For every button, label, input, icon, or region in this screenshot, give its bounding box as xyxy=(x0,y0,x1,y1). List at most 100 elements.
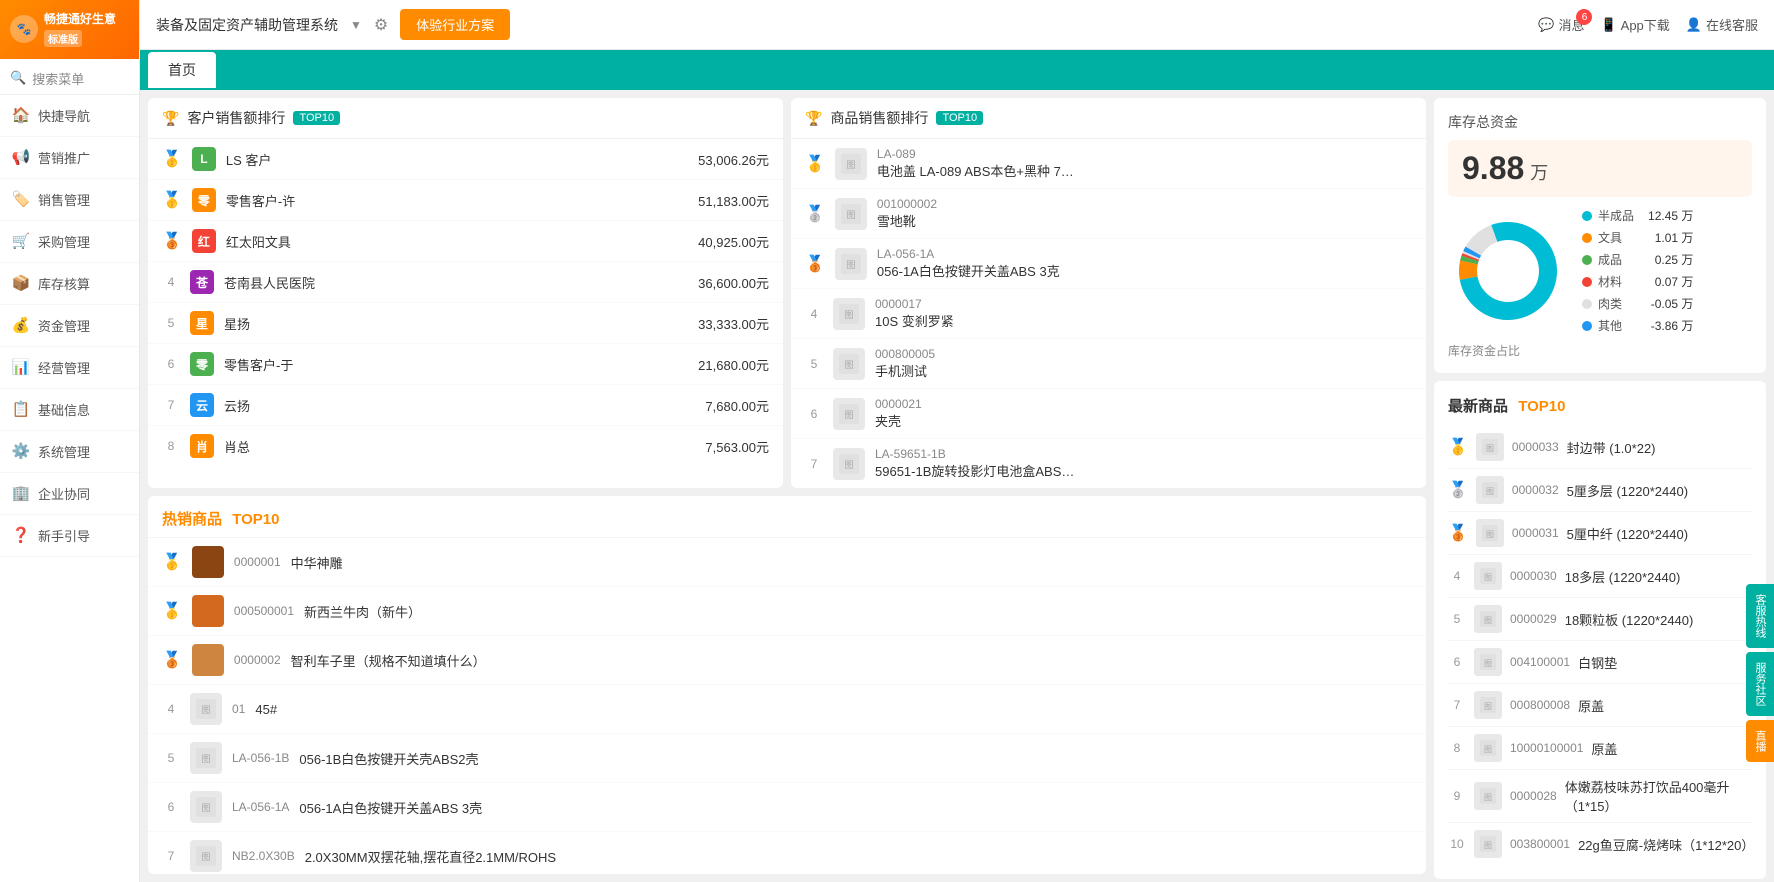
sidebar-item-guide[interactable]: ❓ 新手引导 xyxy=(0,515,139,557)
donut-chart xyxy=(1448,211,1568,331)
hot-product-img: 图 xyxy=(190,693,222,725)
hot-product-name: 新西兰牛肉（新牛） xyxy=(304,602,421,621)
svg-text:图: 图 xyxy=(1484,702,1492,711)
np-img: 图 xyxy=(1474,830,1502,858)
sidebar-item-base-info[interactable]: 📋 基础信息 xyxy=(0,389,139,431)
client-ranking-badge: TOP10 xyxy=(293,111,340,125)
inventory-label: 库存核算 xyxy=(38,274,90,293)
sidebar-item-sales[interactable]: 🏷️ 销售管理 xyxy=(0,179,139,221)
sidebar-item-marketing[interactable]: 📢 营销推广 xyxy=(0,137,139,179)
new-products-header: 最新商品 TOP10 xyxy=(1448,395,1752,416)
hot-product-item: 4 图 01 45# xyxy=(148,685,1426,734)
product-info: 001000002 雪地靴 xyxy=(877,197,1412,230)
hot-product-code: 01 xyxy=(232,702,245,716)
client-avatar: L xyxy=(192,147,216,171)
legend-label: 肉类 xyxy=(1598,295,1637,312)
legend-label: 半成品 xyxy=(1598,207,1634,224)
product-rank-item: 6 图 0000021 夹壳 xyxy=(791,389,1426,439)
svg-text:图: 图 xyxy=(1486,444,1494,453)
new-product-list: 🥇 图 0000033 封边带 (1.0*22) 🥈 图 0000032 5厘多… xyxy=(1448,426,1752,865)
hot-products-header: 热销商品 TOP10 xyxy=(148,496,1426,538)
np-img: 图 xyxy=(1474,648,1502,676)
np-code: 0000032 xyxy=(1512,483,1559,497)
product-code: LA-056-1A xyxy=(877,247,1412,261)
product-rank-item: 4 图 0000017 10S 变刹罗紧 xyxy=(791,289,1426,339)
np-img: 图 xyxy=(1474,691,1502,719)
product-ranking-header: 🏆 商品销售额排行 TOP10 xyxy=(791,98,1426,139)
quick-nav-label: 快捷导航 xyxy=(38,106,90,125)
sales-icon: 🏷️ xyxy=(12,190,30,208)
product-img: 图 xyxy=(833,298,865,330)
hot-product-img xyxy=(192,595,224,627)
np-img: 图 xyxy=(1474,562,1502,590)
hot-product-item: 🥇 000500001 新西兰牛肉（新牛） xyxy=(148,587,1426,636)
new-product-item: 🥇 图 0000033 封边带 (1.0*22) xyxy=(1448,426,1752,469)
np-code: 003800001 xyxy=(1510,837,1570,851)
sidebar-item-purchase[interactable]: 🛒 采购管理 xyxy=(0,221,139,263)
sidebar-item-quick-nav[interactable]: 🏠 快捷导航 xyxy=(0,95,139,137)
float-live-btn[interactable]: 直播 xyxy=(1746,720,1774,762)
client-ranking-header: 🏆 客户销售额排行 TOP10 xyxy=(148,98,783,139)
client-name: 苍南县人民医院 xyxy=(224,273,688,292)
sidebar-item-enterprise[interactable]: 🏢 企业协同 xyxy=(0,473,139,515)
np-img: 图 xyxy=(1476,476,1504,504)
finance-icon: 💰 xyxy=(12,316,30,334)
svg-text:图: 图 xyxy=(201,754,210,764)
sidebar: 🐾 畅捷通好生意 标准版 🔍 搜索菜单 🏠 快捷导航 📢 营销推广 🏷️ 销售管… xyxy=(0,0,140,882)
online-service-button[interactable]: 👤 在线客服 xyxy=(1686,15,1758,34)
svg-text:图: 图 xyxy=(1484,659,1492,668)
np-name: 原盖 xyxy=(1591,739,1752,758)
float-service-btn[interactable]: 客服热线 xyxy=(1746,584,1774,648)
search-menu-item[interactable]: 🔍 搜索菜单 xyxy=(0,59,139,95)
marketing-icon: 📢 xyxy=(12,148,30,166)
client-name: 红太阳文具 xyxy=(226,232,688,251)
inventory-amount: 9.88 xyxy=(1462,150,1524,187)
service-icon: 👤 xyxy=(1686,17,1702,33)
client-amount: 40,925.00元 xyxy=(698,232,769,251)
new-product-item: 8 图 10000100001 原盖 xyxy=(1448,727,1752,770)
dropdown-icon[interactable]: ▼ xyxy=(350,18,362,32)
sidebar-item-finance[interactable]: 💰 资金管理 xyxy=(0,305,139,347)
new-product-item: 6 图 004100001 白钢垫 xyxy=(1448,641,1752,684)
svg-text:图: 图 xyxy=(1484,745,1492,754)
inventory-card: 库存总资金 9.88 万 xyxy=(1434,98,1766,373)
product-img: 图 xyxy=(835,248,867,280)
product-name: 电池盖 LA-089 ABS本色+黑种 7.1克 xyxy=(877,161,1077,180)
svg-text:图: 图 xyxy=(1484,616,1492,625)
topbar-right: 💬 消息 6 📱 App下载 👤 在线客服 xyxy=(1538,15,1758,34)
legend-item: 肉类 -0.05 万 xyxy=(1582,295,1693,312)
legend-dot xyxy=(1582,211,1592,221)
app-name: 畅捷通好生意 xyxy=(44,12,116,28)
settings-icon[interactable]: ⚙ xyxy=(374,15,388,35)
sidebar-item-inventory[interactable]: 📦 库存核算 xyxy=(0,263,139,305)
system-title: 装备及固定资产辅助管理系统 xyxy=(156,15,338,35)
product-ranking-badge: TOP10 xyxy=(936,111,983,125)
version-badge: 标准版 xyxy=(44,30,82,47)
app-download-button[interactable]: 📱 App下载 xyxy=(1600,15,1669,34)
marketing-label: 营销推广 xyxy=(38,148,90,167)
trial-button[interactable]: 体验行业方案 xyxy=(400,9,510,40)
hot-product-item: 🥉 0000002 智利车子里（规格不知道填什么） xyxy=(148,636,1426,685)
sidebar-item-operations[interactable]: 📊 经营管理 xyxy=(0,347,139,389)
np-code: 0000028 xyxy=(1510,789,1557,803)
product-info: LA-056-1A 056-1A白色按键开关盖ABS 3克 xyxy=(877,247,1412,280)
np-img: 图 xyxy=(1476,433,1504,461)
operations-icon: 📊 xyxy=(12,358,30,376)
hot-product-list: 🥇 0000001 中华神雕 🥇 000500001 新西兰牛肉（新牛） 🥉 0… xyxy=(148,538,1426,874)
hot-product-name: 2.0X30MM双摆花轴,摆花直径2.1MM/ROHS xyxy=(305,847,556,866)
svg-text:图: 图 xyxy=(844,460,853,470)
topbar: 装备及固定资产辅助管理系统 ▼ ⚙ 体验行业方案 💬 消息 6 📱 App下载 … xyxy=(140,0,1774,50)
system-label: 系统管理 xyxy=(38,442,90,461)
client-name: 肖总 xyxy=(224,437,695,456)
float-community-btn[interactable]: 服务社区 xyxy=(1746,652,1774,716)
hot-product-name: 056-1B白色按键开关壳ABS2壳 xyxy=(299,749,478,768)
messages-button[interactable]: 💬 消息 6 xyxy=(1538,15,1584,34)
ranking-section: 🏆 客户销售额排行 TOP10 🥇 L LS 客户 53,006.26元 🥇 零… xyxy=(148,98,1426,488)
inventory-footer: 库存资金占比 xyxy=(1448,342,1752,359)
hot-product-img: 图 xyxy=(190,791,222,823)
sidebar-item-system[interactable]: ⚙️ 系统管理 xyxy=(0,431,139,473)
product-img: 图 xyxy=(833,398,865,430)
product-name: 雪地靴 xyxy=(877,211,1077,230)
legend-item: 其他 -3.86 万 xyxy=(1582,317,1693,334)
tab-home[interactable]: 首页 xyxy=(148,52,216,88)
